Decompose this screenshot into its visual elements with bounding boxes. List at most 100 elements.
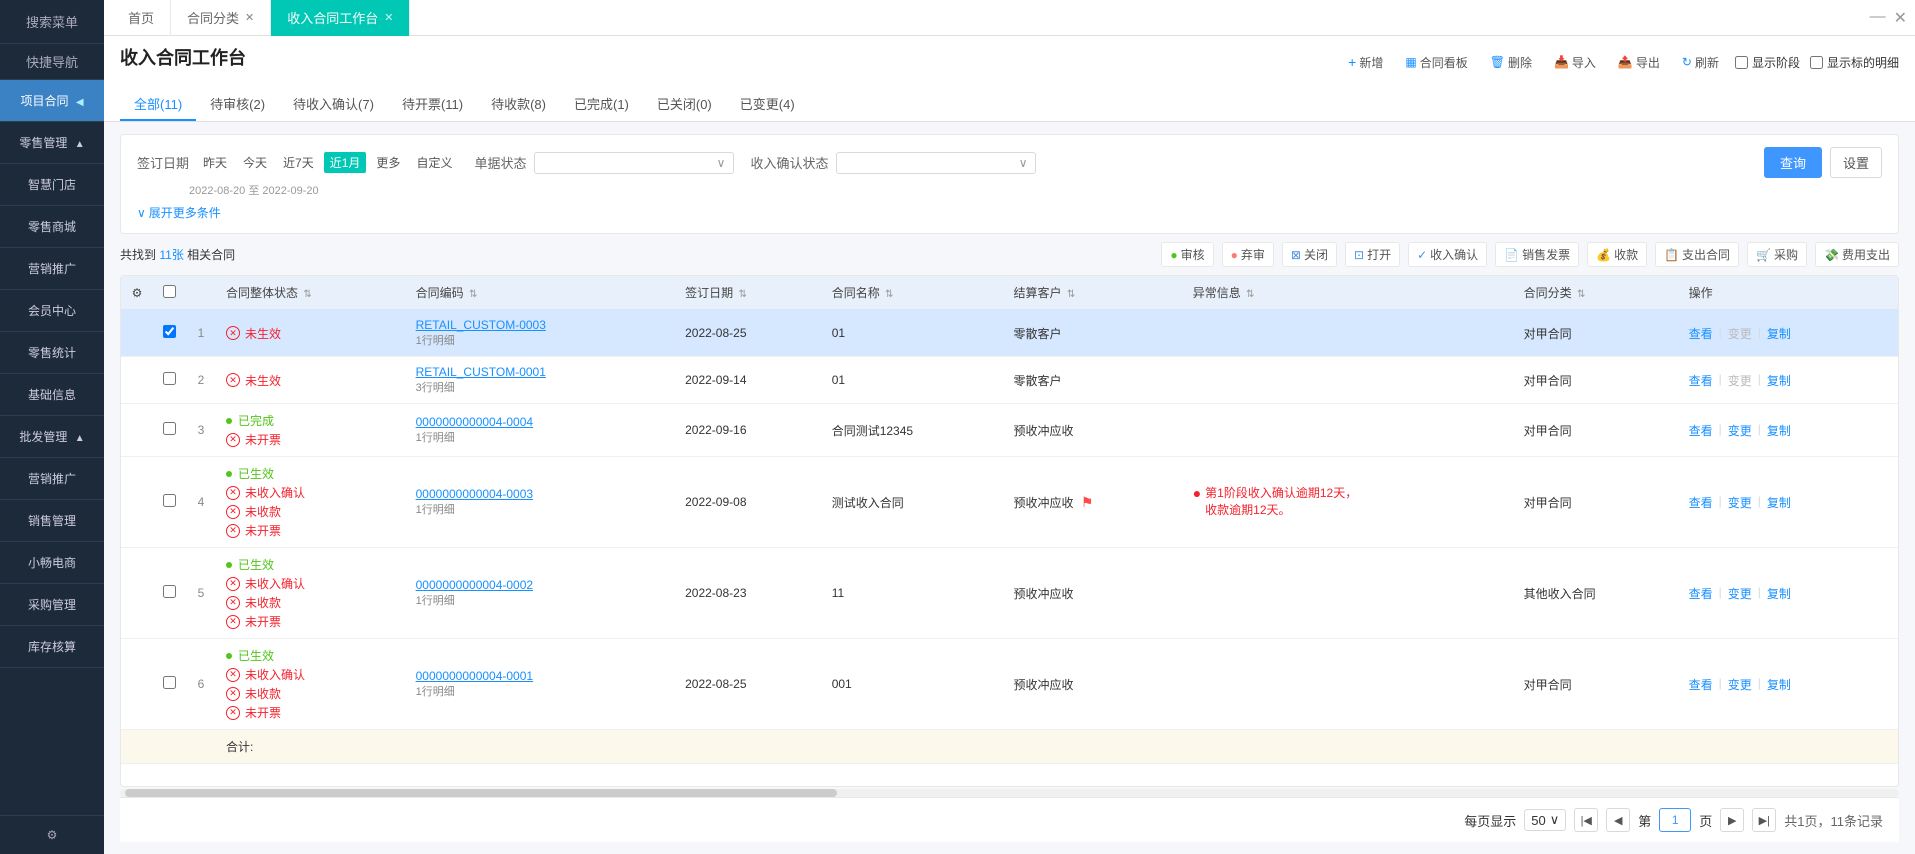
- setting-button[interactable]: 设置: [1830, 147, 1882, 178]
- cell-checkbox-4[interactable]: [153, 457, 186, 548]
- sidebar-item-wholesale-mgmt[interactable]: 批发管理 ▲: [0, 416, 104, 458]
- sidebar-item-member[interactable]: 会员中心: [0, 290, 104, 332]
- col-checkbox[interactable]: [153, 276, 186, 310]
- scrollbar-thumb[interactable]: [125, 789, 837, 797]
- sidebar-search[interactable]: 搜索菜单: [0, 0, 104, 44]
- filter-tab-pending-review[interactable]: 待审核(2): [196, 88, 279, 121]
- tab-contract-category[interactable]: 合同分类 ✕: [171, 0, 271, 36]
- action-abandon-btn[interactable]: ● 弃审: [1222, 242, 1274, 267]
- filter-tab-completed[interactable]: 已完成(1): [560, 88, 643, 121]
- contract-link-5[interactable]: 0000000000004-0002: [416, 578, 533, 592]
- filter-tab-pending-confirm[interactable]: 待收入确认(7): [279, 88, 388, 121]
- sidebar-item-marketing2[interactable]: 营销推广: [0, 458, 104, 500]
- shortcut-1month[interactable]: 近1月: [324, 152, 367, 173]
- horizontal-scrollbar[interactable]: [120, 789, 1899, 797]
- cell-checkbox-1[interactable]: [153, 310, 186, 357]
- action-sales-invoice-btn[interactable]: 📄 销售发票: [1495, 242, 1579, 267]
- col-overall-status[interactable]: 合同整体状态 ⇅: [216, 276, 406, 310]
- col-exception-info[interactable]: 异常信息 ⇅: [1183, 276, 1514, 310]
- sidebar-item-inventory[interactable]: 库存核算: [0, 626, 104, 668]
- sidebar-item-retail-mall[interactable]: 零售商城: [0, 206, 104, 248]
- filter-tab-all[interactable]: 全部(11): [120, 88, 196, 121]
- shortcut-more[interactable]: 更多: [370, 152, 406, 173]
- op-change-6[interactable]: 变更: [1728, 676, 1752, 693]
- expand-conditions-btn[interactable]: ∨ 展开更多条件: [137, 204, 1882, 221]
- sidebar-item-retail-stats[interactable]: 零售统计: [0, 332, 104, 374]
- cell-checkbox-3[interactable]: [153, 404, 186, 457]
- col-contract-code[interactable]: 合同编码 ⇅: [406, 276, 675, 310]
- action-close-btn[interactable]: ⊠ 关闭: [1282, 242, 1337, 267]
- tab-minimize-icon[interactable]: —: [1870, 8, 1886, 28]
- tab-close-contract-category[interactable]: ✕: [245, 11, 254, 24]
- income-confirm-select[interactable]: ∨: [836, 152, 1036, 174]
- row-checkbox-6[interactable]: [163, 676, 176, 689]
- op-change-4[interactable]: 变更: [1728, 494, 1752, 511]
- toolbar-import-btn[interactable]: 📥 导入: [1548, 51, 1602, 74]
- sidebar-item-basic-info[interactable]: 基础信息: [0, 374, 104, 416]
- doc-status-select[interactable]: ∨: [534, 152, 734, 174]
- row-checkbox-2[interactable]: [163, 372, 176, 385]
- shortcut-today[interactable]: 今天: [237, 152, 273, 173]
- filter-tab-changed[interactable]: 已变更(4): [726, 88, 809, 121]
- sidebar-item-retail-mgmt[interactable]: 零售管理 ▲: [0, 122, 104, 164]
- filter-tab-closed[interactable]: 已关闭(0): [643, 88, 726, 121]
- action-open-btn[interactable]: ⊡ 打开: [1345, 242, 1400, 267]
- contract-link-1[interactable]: RETAIL_CUSTOM-0003: [416, 318, 546, 332]
- cell-checkbox-2[interactable]: [153, 357, 186, 404]
- sidebar-item-smart-store[interactable]: 智慧门店: [0, 164, 104, 206]
- tab-income-contract[interactable]: 收入合同工作台 ✕: [271, 0, 410, 36]
- action-expense-contract-btn[interactable]: 📋 支出合同: [1655, 242, 1739, 267]
- filter-tab-pending-payment[interactable]: 待收款(8): [477, 88, 560, 121]
- col-settlement-customer[interactable]: 结算客户 ⇅: [1004, 276, 1183, 310]
- cell-checkbox-5[interactable]: [153, 548, 186, 639]
- op-copy-1[interactable]: 复制: [1767, 325, 1791, 342]
- op-copy-2[interactable]: 复制: [1767, 372, 1791, 389]
- shortcut-yesterday[interactable]: 昨天: [197, 152, 233, 173]
- op-copy-6[interactable]: 复制: [1767, 676, 1791, 693]
- filter-tab-pending-invoice[interactable]: 待开票(11): [388, 88, 477, 121]
- toolbar-kanban-btn[interactable]: ▦ 合同看板: [1399, 51, 1473, 74]
- cell-checkbox-6[interactable]: [153, 639, 186, 730]
- action-income-confirm-btn[interactable]: ✓ 收入确认: [1408, 242, 1487, 267]
- query-button[interactable]: 查询: [1764, 147, 1822, 178]
- row-checkbox-3[interactable]: [163, 422, 176, 435]
- sidebar-item-xc-ecom[interactable]: 小畅电商: [0, 542, 104, 584]
- op-view-3[interactable]: 查看: [1689, 422, 1713, 439]
- col-contract-name[interactable]: 合同名称 ⇅: [822, 276, 1004, 310]
- contract-link-6[interactable]: 0000000000004-0001: [416, 669, 533, 683]
- contract-link-4[interactable]: 0000000000004-0003: [416, 487, 533, 501]
- page-last-btn[interactable]: ▶|: [1752, 808, 1776, 832]
- page-next-btn[interactable]: ▶: [1720, 808, 1744, 832]
- show-stage-checkbox[interactable]: [1735, 56, 1748, 69]
- tab-home[interactable]: 首页: [112, 0, 171, 36]
- col-settings[interactable]: ⚙: [121, 276, 153, 310]
- contract-link-2[interactable]: RETAIL_CUSTOM-0001: [416, 365, 546, 379]
- select-all-checkbox[interactable]: [163, 285, 176, 298]
- action-purchase-btn[interactable]: 🛒 采购: [1747, 242, 1807, 267]
- sidebar-item-sales-mgmt[interactable]: 销售管理: [0, 500, 104, 542]
- op-change-2[interactable]: 变更: [1728, 372, 1752, 389]
- col-sign-date[interactable]: 签订日期 ⇅: [675, 276, 822, 310]
- op-copy-4[interactable]: 复制: [1767, 494, 1791, 511]
- tab-close-income-contract[interactable]: ✕: [384, 11, 393, 24]
- toolbar-new-btn[interactable]: + 新增: [1342, 51, 1389, 74]
- col-contract-category[interactable]: 合同分类 ⇅: [1514, 276, 1679, 310]
- toolbar-refresh-btn[interactable]: ↻ 刷新: [1676, 51, 1725, 74]
- action-review-btn[interactable]: ● 审核: [1161, 242, 1213, 267]
- op-change-1[interactable]: 变更: [1728, 325, 1752, 342]
- op-change-3[interactable]: 变更: [1728, 422, 1752, 439]
- op-view-4[interactable]: 查看: [1689, 494, 1713, 511]
- action-expense-btn[interactable]: 💸 费用支出: [1815, 242, 1899, 267]
- page-first-btn[interactable]: |◀: [1574, 808, 1598, 832]
- shortcut-custom[interactable]: 自定义: [410, 152, 458, 173]
- toolbar-export-btn[interactable]: 📤 导出: [1612, 51, 1666, 74]
- shortcut-7days[interactable]: 近7天: [277, 152, 320, 173]
- toolbar-delete-btn[interactable]: 🗑 删除: [1484, 51, 1538, 74]
- op-view-6[interactable]: 查看: [1689, 676, 1713, 693]
- op-change-5[interactable]: 变更: [1728, 585, 1752, 602]
- page-prev-btn[interactable]: ◀: [1606, 808, 1630, 832]
- row-checkbox-4[interactable]: [163, 494, 176, 507]
- op-copy-3[interactable]: 复制: [1767, 422, 1791, 439]
- sidebar-item-marketing[interactable]: 营销推广: [0, 248, 104, 290]
- page-current-input[interactable]: 1: [1659, 808, 1691, 832]
